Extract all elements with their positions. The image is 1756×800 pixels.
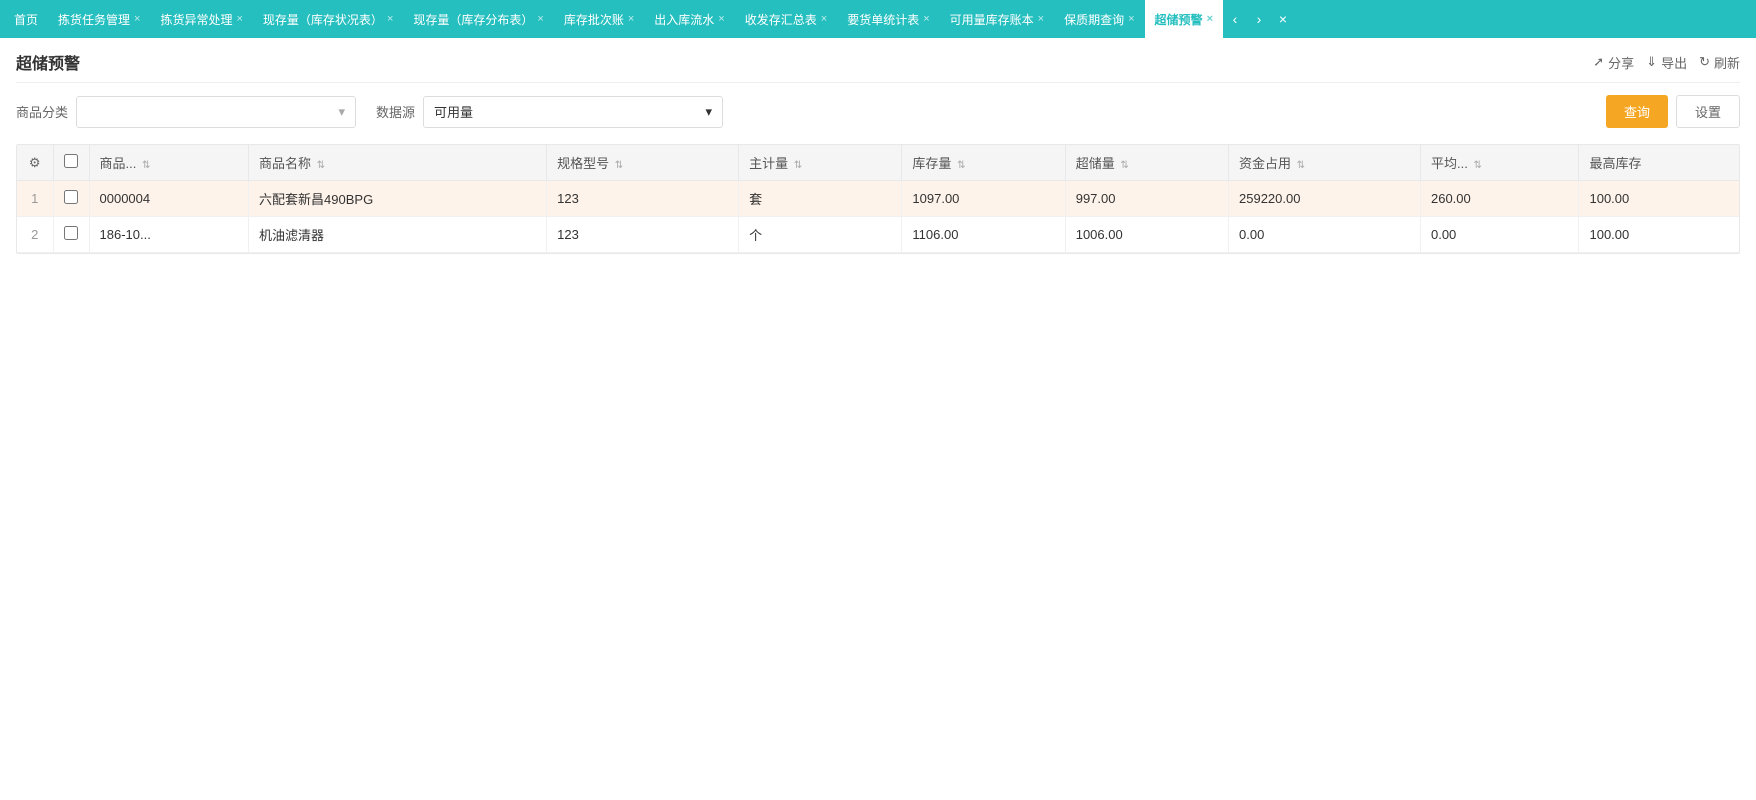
row-overstock: 1006.00 — [1065, 217, 1228, 253]
sort-icon: ⇅ — [957, 160, 965, 171]
row-avg: 0.00 — [1420, 217, 1579, 253]
row-stock: 1097.00 — [902, 181, 1065, 217]
close-icon[interactable]: × — [718, 13, 724, 25]
table-col-overstock[interactable]: 超储量 ⇅ — [1065, 145, 1228, 181]
row-overstock: 997.00 — [1065, 181, 1228, 217]
row-product-id: 0000004 — [89, 181, 249, 217]
table-col-avg[interactable]: 平均... ⇅ — [1420, 145, 1579, 181]
row-number: 2 — [17, 217, 53, 253]
share-button[interactable]: ➚ 分享 — [1593, 53, 1634, 72]
row-max-stock: 100.00 — [1579, 181, 1739, 217]
table-header-settings: ⚙ — [17, 145, 53, 181]
sort-icon: ⇅ — [1297, 160, 1305, 171]
row-unit: 套 — [739, 181, 902, 217]
row-product-name: 六配套新昌490BPG — [249, 181, 547, 217]
row-checkbox[interactable] — [64, 190, 78, 204]
row-checkbox[interactable] — [64, 226, 78, 240]
filter-actions: 查询 设置 — [1606, 95, 1740, 128]
nav-stock-status[interactable]: 现存量（库存状况表） × — [253, 0, 403, 38]
category-select[interactable]: ▾ — [76, 96, 356, 128]
table-row: 1 0000004 六配套新昌490BPG 123 套 1097.00 997.… — [17, 181, 1739, 217]
category-label: 商品分类 — [16, 102, 68, 121]
nav-close-arrow[interactable]: × — [1271, 0, 1295, 38]
close-icon[interactable]: × — [134, 13, 140, 25]
close-icon[interactable]: × — [628, 13, 634, 25]
sort-icon: ⇅ — [317, 160, 325, 171]
gear-icon[interactable]: ⚙ — [29, 155, 41, 170]
nav-stock-distribution[interactable]: 现存量（库存分布表） × — [403, 0, 553, 38]
close-icon[interactable]: × — [537, 13, 543, 25]
category-filter: 商品分类 ▾ — [16, 96, 356, 128]
table-col-capital[interactable]: 资金占用 ⇅ — [1229, 145, 1421, 181]
row-max-stock: 100.00 — [1579, 217, 1739, 253]
table-header-row: ⚙ 商品... ⇅ 商品名称 ⇅ 规格型号 ⇅ — [17, 145, 1739, 181]
table-col-max-stock[interactable]: 最高库存 — [1579, 145, 1739, 181]
close-icon[interactable]: × — [387, 13, 393, 25]
chevron-down-icon: ▾ — [338, 104, 345, 120]
table-row: 2 186-10... 机油滤清器 123 个 1106.00 1006.00 … — [17, 217, 1739, 253]
sort-icon: ⇅ — [615, 160, 623, 171]
refresh-icon: ↻ — [1699, 54, 1710, 70]
close-icon[interactable]: × — [236, 13, 242, 25]
page-title: 超储预警 — [16, 50, 80, 74]
data-table: ⚙ 商品... ⇅ 商品名称 ⇅ 规格型号 ⇅ — [16, 144, 1740, 254]
nav-order-stats[interactable]: 要货单统计表 × — [837, 0, 939, 38]
select-all-checkbox[interactable] — [64, 154, 78, 168]
datasource-select[interactable]: 可用量 ▾ — [423, 96, 723, 128]
row-spec: 123 — [547, 217, 739, 253]
nav-prev-arrow[interactable]: ‹ — [1223, 0, 1247, 38]
chevron-down-icon: ▾ — [706, 104, 713, 120]
close-icon[interactable]: × — [1128, 13, 1134, 25]
refresh-button[interactable]: ↻ 刷新 — [1699, 53, 1740, 72]
sort-icon: ⇅ — [1120, 160, 1128, 171]
row-product-name: 机油滤清器 — [249, 217, 547, 253]
nav-quality-query[interactable]: 保质期查询 × — [1054, 0, 1144, 38]
table-col-product-name[interactable]: 商品名称 ⇅ — [249, 145, 547, 181]
sort-icon: ⇅ — [1473, 160, 1481, 171]
query-button[interactable]: 查询 — [1606, 95, 1668, 128]
header-actions: ➚ 分享 ⇓ 导出 ↻ 刷新 — [1593, 53, 1740, 72]
row-number: 1 — [17, 181, 53, 217]
table-col-spec[interactable]: 规格型号 ⇅ — [547, 145, 739, 181]
nav-abnormal-handling[interactable]: 拣货异常处理 × — [150, 0, 252, 38]
export-button[interactable]: ⇓ 导出 — [1646, 53, 1687, 72]
top-navigation: 首页 拣货任务管理 × 拣货异常处理 × 现存量（库存状况表） × 现存量（库存… — [0, 0, 1756, 38]
page-header: 超储预警 ➚ 分享 ⇓ 导出 ↻ 刷新 — [16, 38, 1740, 83]
close-icon[interactable]: × — [923, 13, 929, 25]
nav-available-account[interactable]: 可用量库存账本 × — [940, 0, 1054, 38]
nav-task-management[interactable]: 拣货任务管理 × — [48, 0, 150, 38]
table-header-checkbox — [53, 145, 89, 181]
row-product-id: 186-10... — [89, 217, 249, 253]
datasource-label: 数据源 — [376, 102, 415, 121]
nav-receive-summary[interactable]: 收发存汇总表 × — [735, 0, 837, 38]
export-icon: ⇓ — [1646, 54, 1657, 70]
settings-button[interactable]: 设置 — [1676, 95, 1740, 128]
row-checkbox-cell — [53, 217, 89, 253]
datasource-value: 可用量 — [434, 102, 473, 121]
datasource-filter: 数据源 可用量 ▾ — [376, 96, 723, 128]
share-icon: ➚ — [1593, 54, 1604, 70]
sort-icon: ⇅ — [142, 160, 150, 171]
row-stock: 1106.00 — [902, 217, 1065, 253]
row-avg: 260.00 — [1420, 181, 1579, 217]
row-spec: 123 — [547, 181, 739, 217]
row-unit: 个 — [739, 217, 902, 253]
close-icon[interactable]: × — [821, 13, 827, 25]
nav-inout-flow[interactable]: 出入库流水 × — [644, 0, 734, 38]
table-col-unit[interactable]: 主计量 ⇅ — [739, 145, 902, 181]
row-capital: 0.00 — [1229, 217, 1421, 253]
table-col-product-id[interactable]: 商品... ⇅ — [89, 145, 249, 181]
nav-next-arrow[interactable]: › — [1247, 0, 1271, 38]
nav-overstock-warning[interactable]: 超储预警 × — [1145, 0, 1223, 38]
close-icon[interactable]: × — [1038, 13, 1044, 25]
close-icon[interactable]: × — [1207, 13, 1213, 25]
sort-icon: ⇅ — [794, 160, 802, 171]
row-capital: 259220.00 — [1229, 181, 1421, 217]
nav-batch-account[interactable]: 库存批次账 × — [554, 0, 644, 38]
row-checkbox-cell — [53, 181, 89, 217]
filter-area: 商品分类 ▾ 数据源 可用量 ▾ 查询 设置 — [16, 83, 1740, 140]
table-col-stock[interactable]: 库存量 ⇅ — [902, 145, 1065, 181]
nav-home[interactable]: 首页 — [4, 0, 48, 38]
page-content: 超储预警 ➚ 分享 ⇓ 导出 ↻ 刷新 商品分类 ▾ 数据源 — [0, 38, 1756, 800]
